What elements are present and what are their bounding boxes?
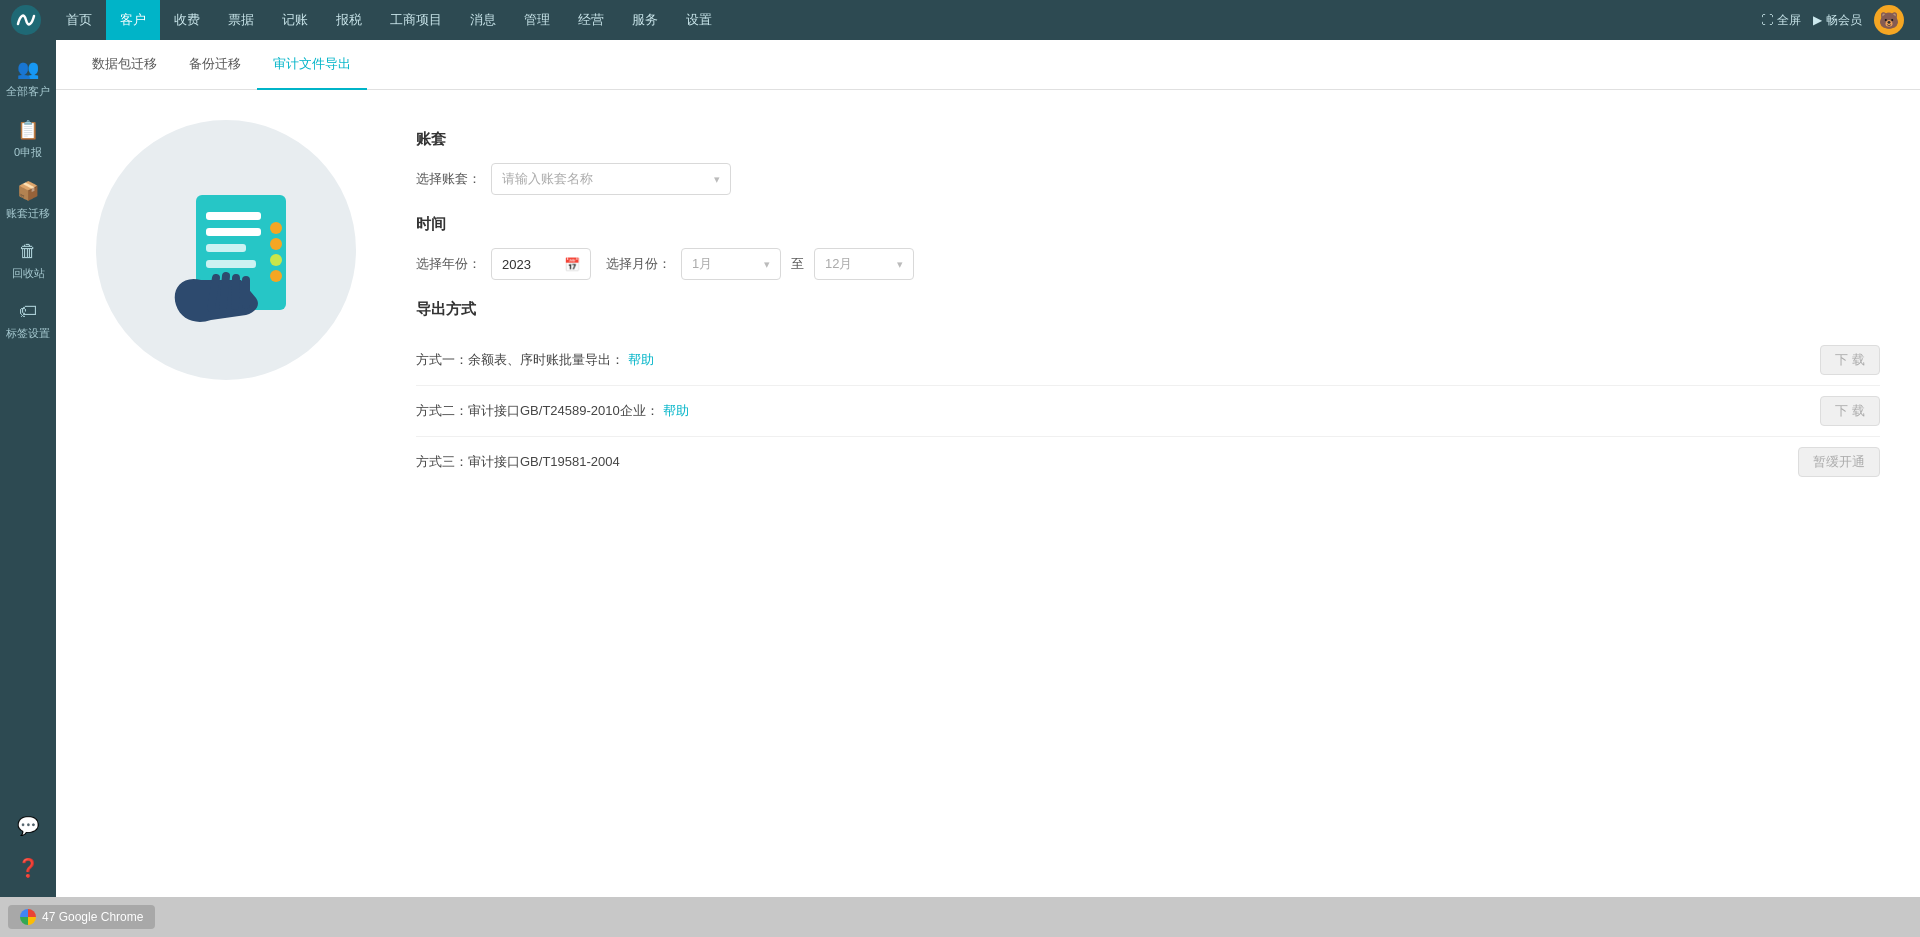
sidebar-item-recycle[interactable]: 🗑 回收站 xyxy=(0,231,56,291)
time-row: 选择年份： 2023 📅 选择月份： 1月 ▾ 至 12月 ▾ xyxy=(416,248,1880,280)
month-from-value: 1月 xyxy=(692,255,712,273)
all-customers-icon: 👥 xyxy=(17,58,39,80)
select-account-label: 选择账套： xyxy=(416,170,481,188)
export-method-section: 导出方式 方式一：余额表、序时账批量导出：帮助 下 载 方式二：审计接口GB/T… xyxy=(416,300,1880,487)
method-2-label: 方式二：审计接口GB/T24589-2010企业：帮助 xyxy=(416,402,689,420)
account-section-title: 账套 xyxy=(416,130,1880,149)
tabs-bar: 数据包迁移 备份迁移 审计文件导出 xyxy=(56,40,1920,90)
sidebar-item-label: 回收站 xyxy=(12,266,45,281)
vip-icon: ▶ xyxy=(1813,13,1822,27)
nav-operation[interactable]: 经营 xyxy=(564,0,618,40)
nav-invoice[interactable]: 票据 xyxy=(214,0,268,40)
method-3-label: 方式三：审计接口GB/T19581-2004 xyxy=(416,453,620,471)
sidebar-item-help[interactable]: ❓ xyxy=(0,847,56,889)
year-value: 2023 xyxy=(502,257,531,272)
taskbar-chrome-btn[interactable]: 47 Google Chrome xyxy=(8,905,155,929)
sidebar-bottom: 💬 ❓ xyxy=(0,805,56,897)
calendar-icon: 📅 xyxy=(564,257,580,272)
tab-backup-migrate[interactable]: 备份迁移 xyxy=(173,40,257,90)
year-label: 选择年份： xyxy=(416,255,481,273)
top-navigation: 首页 客户 收费 票据 记账 报税 工商项目 消息 管理 经营 服务 设置 ⛶ … xyxy=(0,0,1920,40)
nav-bookkeeping[interactable]: 记账 xyxy=(268,0,322,40)
chevron-down-icon: ▾ xyxy=(714,173,720,186)
nav-business[interactable]: 工商项目 xyxy=(376,0,456,40)
svg-rect-5 xyxy=(206,260,256,268)
tab-audit-export[interactable]: 审计文件导出 xyxy=(257,40,367,90)
recycle-icon: 🗑 xyxy=(19,241,37,262)
svg-point-7 xyxy=(270,238,282,250)
chevron-down-icon: ▾ xyxy=(764,258,770,271)
time-section-title: 时间 xyxy=(416,215,1880,234)
tab-data-migrate[interactable]: 数据包迁移 xyxy=(76,40,173,90)
method-2-download-btn[interactable]: 下 载 xyxy=(1820,396,1880,426)
illustration-area xyxy=(96,120,356,380)
sidebar-item-all-customers[interactable]: 👥 全部客户 xyxy=(0,48,56,109)
method-1-download-btn[interactable]: 下 载 xyxy=(1820,345,1880,375)
month-to-value: 12月 xyxy=(825,255,852,273)
export-section-title: 导出方式 xyxy=(416,300,1880,319)
zero-declare-icon: 📋 xyxy=(17,119,39,141)
nav-settings[interactable]: 设置 xyxy=(672,0,726,40)
chrome-icon xyxy=(20,909,36,925)
chat-icon: 💬 xyxy=(17,815,39,837)
fullscreen-icon: ⛶ xyxy=(1761,13,1773,27)
top-nav-right: ⛶ 全屏 ▶ 畅会员 🐻 xyxy=(1761,5,1920,35)
method-3-open-btn[interactable]: 暂缓开通 xyxy=(1798,447,1880,477)
sidebar-item-chat[interactable]: 💬 xyxy=(0,805,56,847)
label-settings-icon: 🏷 xyxy=(19,301,37,322)
vip-btn[interactable]: ▶ 畅会员 xyxy=(1813,12,1862,29)
account-migrate-icon: 📦 xyxy=(17,180,39,202)
page-content: 账套 选择账套： 请输入账套名称 ▾ 时间 选择年份： 2023 � xyxy=(56,90,1920,897)
content-area: 数据包迁移 备份迁移 审计文件导出 xyxy=(56,40,1920,897)
month-label: 选择月份： xyxy=(601,255,671,273)
nav-items: 首页 客户 收费 票据 记账 报税 工商项目 消息 管理 经营 服务 设置 xyxy=(52,0,1761,40)
export-method-row-1: 方式一：余额表、序时账批量导出：帮助 下 载 xyxy=(416,335,1880,386)
nav-customer[interactable]: 客户 xyxy=(106,0,160,40)
help-icon: ❓ xyxy=(17,857,39,879)
fullscreen-btn[interactable]: ⛶ 全屏 xyxy=(1761,12,1801,29)
app-logo xyxy=(8,2,44,38)
illustration-circle xyxy=(96,120,356,380)
sidebar-item-label: 账套迁移 xyxy=(6,206,50,221)
method-2-help-link[interactable]: 帮助 xyxy=(663,403,689,418)
export-method-row-3: 方式三：审计接口GB/T19581-2004 暂缓开通 xyxy=(416,437,1880,487)
svg-point-6 xyxy=(270,222,282,234)
svg-rect-3 xyxy=(206,228,261,236)
svg-point-8 xyxy=(270,254,282,266)
nav-billing[interactable]: 收费 xyxy=(160,0,214,40)
year-input[interactable]: 2023 📅 xyxy=(491,248,591,280)
taskbar: 47 Google Chrome xyxy=(0,897,1920,937)
sidebar-item-zero-declare[interactable]: 📋 0申报 xyxy=(0,109,56,170)
sidebar-item-label: 全部客户 xyxy=(6,84,50,99)
export-method-row-2: 方式二：审计接口GB/T24589-2010企业：帮助 下 载 xyxy=(416,386,1880,437)
nav-tax[interactable]: 报税 xyxy=(322,0,376,40)
nav-service[interactable]: 服务 xyxy=(618,0,672,40)
method-1-label: 方式一：余额表、序时账批量导出：帮助 xyxy=(416,351,654,369)
nav-message[interactable]: 消息 xyxy=(456,0,510,40)
nav-home[interactable]: 首页 xyxy=(52,0,106,40)
account-select-placeholder: 请输入账套名称 xyxy=(502,170,593,188)
main-layout: 👥 全部客户 📋 0申报 📦 账套迁移 🗑 回收站 🏷 标签设置 💬 ❓ xyxy=(0,40,1920,897)
form-area: 账套 选择账套： 请输入账套名称 ▾ 时间 选择年份： 2023 � xyxy=(416,120,1880,487)
user-avatar[interactable]: 🐻 xyxy=(1874,5,1904,35)
sidebar-item-label: 标签设置 xyxy=(6,326,50,341)
sidebar: 👥 全部客户 📋 0申报 📦 账套迁移 🗑 回收站 🏷 标签设置 💬 ❓ xyxy=(0,40,56,897)
account-row: 选择账套： 请输入账套名称 ▾ xyxy=(416,163,1880,195)
nav-manage[interactable]: 管理 xyxy=(510,0,564,40)
sidebar-item-label-settings[interactable]: 🏷 标签设置 xyxy=(0,291,56,351)
sidebar-item-account-migrate[interactable]: 📦 账套迁移 xyxy=(0,170,56,231)
svg-rect-4 xyxy=(206,244,246,252)
month-to-select[interactable]: 12月 ▾ xyxy=(814,248,914,280)
to-text: 至 xyxy=(791,255,804,273)
taskbar-chrome-label: 47 Google Chrome xyxy=(42,910,143,924)
sidebar-item-label: 0申报 xyxy=(14,145,42,160)
svg-point-9 xyxy=(270,270,282,282)
month-from-select[interactable]: 1月 ▾ xyxy=(681,248,781,280)
svg-rect-2 xyxy=(206,212,261,220)
chevron-down-icon: ▾ xyxy=(897,258,903,271)
account-select[interactable]: 请输入账套名称 ▾ xyxy=(491,163,731,195)
method-1-help-link[interactable]: 帮助 xyxy=(628,352,654,367)
